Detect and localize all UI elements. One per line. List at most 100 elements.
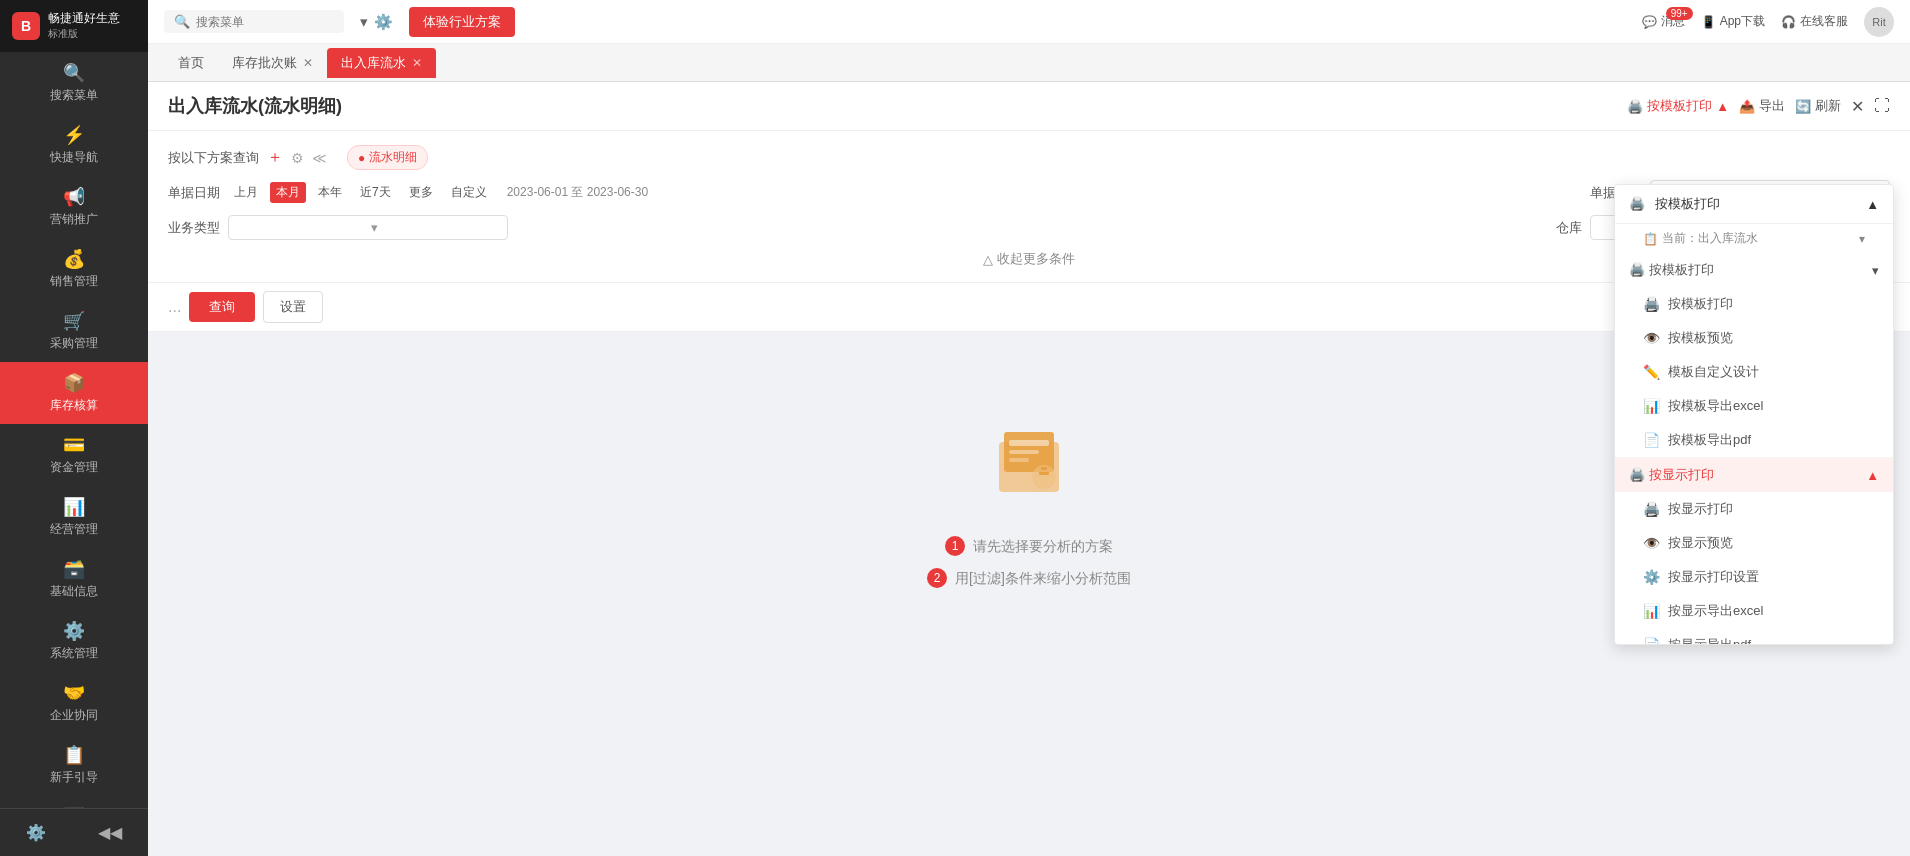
sidebar-item-operation[interactable]: 📊经营管理 (0, 486, 148, 548)
sidebar-label-collab: 企业协同 (50, 707, 98, 724)
template-print-button[interactable]: 🖨️ 按模板打印 ▲ (1627, 97, 1729, 115)
dropdown-chevron-up[interactable]: ▲ (1866, 197, 1879, 212)
export-button[interactable]: 📤 导出 (1739, 97, 1785, 115)
dropdown-title: 按模板打印 (1655, 196, 1720, 211)
date-tab-last-month[interactable]: 上月 (228, 182, 264, 203)
tabbar: 首页 库存批次账 ✕ 出入库流水 ✕ (148, 44, 1910, 82)
date-tabs: 上月 本月 本年 近7天 更多 自定义 (228, 182, 493, 203)
sidebar-icon-marketing: 📢 (63, 186, 85, 208)
date-range: 2023-06-01 至 2023-06-30 (507, 184, 648, 201)
filter-row-1: 按以下方案查询 ＋ ⚙ ≪ ● 流水明细 (168, 145, 1890, 170)
section-display-print-header[interactable]: 🖨️ 按显示打印 ▲ (1615, 458, 1893, 492)
sidebar-item-guide[interactable]: 📋新手引导 (0, 734, 148, 796)
sidebar-item-search[interactable]: 🔍搜索菜单 (0, 52, 148, 114)
topbar-gear-icon[interactable]: ⚙️ (374, 13, 393, 31)
business-type-arrow: ▾ (371, 220, 497, 235)
empty-illustration (979, 412, 1079, 512)
dp-item-pdf-label: 按模板导出pdf (1668, 431, 1751, 449)
sidebar-label-purchase: 采购管理 (50, 335, 98, 352)
sidebar-label-quick-nav: 快捷导航 (50, 149, 98, 166)
sidebar-item-purchase[interactable]: 🛒采购管理 (0, 300, 148, 362)
sidebar-item-basic-info[interactable]: 🗃️基础信息 (0, 548, 148, 610)
page-header: 出入库流水(流水明细) 🖨️ 按模板打印 ▲ 📤 导出 🔄 刷新 ✕ ⛶ (148, 82, 1910, 131)
sidebar-label-finance: 资金管理 (50, 459, 98, 476)
sidebar-nav: 🔍搜索菜单⚡快捷导航📢营销推广💰销售管理🛒采购管理📦库存核算💳资金管理📊经营管理… (0, 52, 148, 808)
dp-item-display-print[interactable]: 🖨️ 按显示打印 (1615, 492, 1893, 526)
dp-item-display-excel[interactable]: 📊 按显示导出excel (1615, 594, 1893, 628)
tab-stock-batch[interactable]: 库存批次账 ✕ (218, 48, 327, 78)
sidebar-label-operation: 经营管理 (50, 521, 98, 538)
dropdown-scroll: 📋 当前：出入库流水 ▾ 🖨️ 按模板打印 ▾ 🖨️ (1615, 224, 1893, 644)
topbar-chevron-icon[interactable]: ▾ (360, 13, 368, 31)
dp-item-template-excel[interactable]: 📊 按模板导出excel (1615, 389, 1893, 423)
headset-icon: 🎧 (1781, 15, 1796, 29)
export-icon: 📤 (1739, 99, 1755, 114)
tab-stock-flow[interactable]: 出入库流水 ✕ (327, 48, 436, 78)
svg-rect-3 (1009, 450, 1039, 454)
dp-item-display-pdf[interactable]: 📄 按显示导出pdf (1615, 628, 1893, 644)
current-label: 当前：出入库流水 (1662, 230, 1758, 247)
tab-home[interactable]: 首页 (164, 48, 218, 78)
tab-stock-flow-close[interactable]: ✕ (412, 56, 422, 70)
dp-item-template-pdf[interactable]: 📄 按模板导出pdf (1615, 423, 1893, 457)
svg-rect-4 (1009, 458, 1029, 462)
dp-item-excel-label: 按模板导出excel (1668, 397, 1763, 415)
logo-icon: B (12, 12, 40, 40)
sidebar-item-collab[interactable]: 🤝 企业协同 (0, 672, 148, 734)
dp-item-display-excel-icon: 📊 (1643, 603, 1660, 619)
dp-item-customize-icon: ✏️ (1643, 364, 1660, 380)
dp-item-template-print[interactable]: 🖨️ 按模板打印 (1615, 287, 1893, 321)
tab-stock-batch-close[interactable]: ✕ (303, 56, 313, 70)
business-type-label: 业务类型 (168, 219, 220, 237)
date-tab-this-month[interactable]: 本月 (270, 182, 306, 203)
main-area: 🔍 ▾ ⚙️ 体验行业方案 💬 消息 99+ 📱 App下载 🎧 在线客服 Ri (148, 0, 1910, 856)
sidebar-item-sales[interactable]: 💰销售管理 (0, 238, 148, 300)
message-btn[interactable]: 💬 消息 99+ (1642, 13, 1685, 30)
dp-item-template-customize[interactable]: ✏️ 模板自定义设计 (1615, 355, 1893, 389)
sidebar-label-inventory: 库存核算 (50, 397, 98, 414)
expand-icon[interactable]: ⛶ (1874, 97, 1890, 115)
section-display-icon: 🖨️ (1629, 467, 1645, 482)
trial-button[interactable]: 体验行业方案 (409, 7, 515, 37)
sidebar-settings-btn[interactable]: ⚙️ (22, 819, 50, 846)
sidebar-item-quick-nav[interactable]: ⚡快捷导航 (0, 114, 148, 176)
user-avatar[interactable]: Rit (1864, 7, 1894, 37)
dp-item-display-preview[interactable]: 👁️ 按显示预览 (1615, 526, 1893, 560)
more-btn[interactable]: ... (168, 298, 181, 316)
dp-item-display-print-label: 按显示打印 (1668, 500, 1733, 518)
tab-home-label: 首页 (178, 54, 204, 72)
topbar-search-box[interactable]: 🔍 (164, 10, 344, 33)
close-icon[interactable]: ✕ (1851, 97, 1864, 116)
filter-tag-flow[interactable]: ● 流水明细 (347, 145, 428, 170)
sidebar-item-finance[interactable]: 💳资金管理 (0, 424, 148, 486)
search-input[interactable] (196, 15, 326, 29)
date-tab-custom[interactable]: 自定义 (445, 182, 493, 203)
sidebar: B 畅捷通好生意 标准版 🔍搜索菜单⚡快捷导航📢营销推广💰销售管理🛒采购管理📦库… (0, 0, 148, 856)
customer-service-btn[interactable]: 🎧 在线客服 (1781, 13, 1848, 30)
sidebar-icon-collab: 🤝 (63, 682, 85, 704)
dp-item-display-settings[interactable]: ⚙️ 按显示打印设置 (1615, 560, 1893, 594)
sidebar-item-inventory[interactable]: 📦库存核算 (0, 362, 148, 424)
section-template-print-header[interactable]: 🖨️ 按模板打印 ▾ (1615, 253, 1893, 287)
date-tab-more[interactable]: 更多 (403, 182, 439, 203)
filter-add-btn[interactable]: ＋ (267, 147, 283, 168)
business-type-select[interactable]: ▾ (228, 215, 508, 240)
warehouse-label: 仓库 (1556, 219, 1582, 237)
dropdown-current: 📋 当前：出入库流水 ▾ (1615, 224, 1893, 253)
sidebar-item-app-center[interactable]: 🔲应用中心 (0, 796, 148, 808)
app-download-btn[interactable]: 📱 App下载 (1701, 13, 1765, 30)
svg-rect-7 (1041, 467, 1047, 470)
sidebar-label-guide: 新手引导 (50, 769, 98, 786)
filter-set-btn[interactable]: ⚙ (291, 150, 304, 166)
refresh-button[interactable]: 🔄 刷新 (1795, 97, 1841, 115)
setting-button[interactable]: 设置 (263, 291, 323, 323)
sidebar-item-marketing[interactable]: 📢营销推广 (0, 176, 148, 238)
sidebar-item-system[interactable]: ⚙️系统管理 (0, 610, 148, 672)
date-tab-7days[interactable]: 近7天 (354, 182, 397, 203)
query-button[interactable]: 查询 (189, 292, 255, 322)
print-dropdown-panel: 🖨️ 按模板打印 ▲ 📋 当前：出入库流水 ▾ 🖨️ 按模板打印 (1614, 184, 1894, 645)
date-tab-this-year[interactable]: 本年 (312, 182, 348, 203)
sidebar-collapse-btn[interactable]: ◀◀ (94, 819, 126, 846)
dp-item-template-preview[interactable]: 👁️ 按模板预览 (1615, 321, 1893, 355)
filter-collapse-btn[interactable]: ≪ (312, 150, 327, 166)
